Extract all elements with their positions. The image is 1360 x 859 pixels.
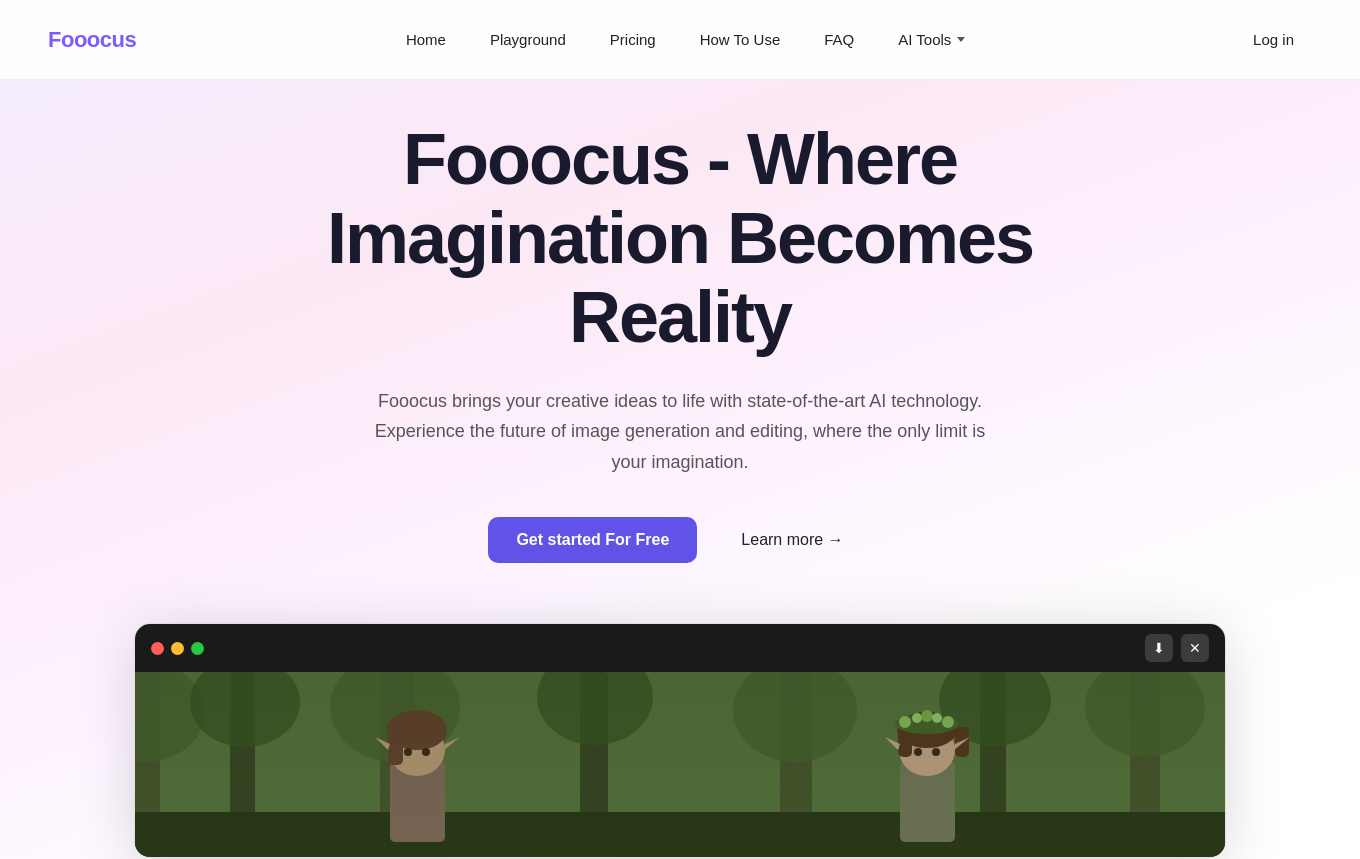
login-link[interactable]: Log in bbox=[1235, 23, 1312, 56]
learn-more-button[interactable]: Learn more → bbox=[713, 517, 871, 563]
hero-subtitle: Fooocus brings your creative ideas to li… bbox=[370, 386, 990, 478]
get-started-button[interactable]: Get started For Free bbox=[488, 517, 697, 563]
demo-image-overlay bbox=[135, 672, 1225, 857]
download-button[interactable]: ⬇ bbox=[1145, 634, 1173, 662]
hero-title: Fooocus - Where Imagination Becomes Real… bbox=[324, 120, 1036, 358]
demo-titlebar: ⬇ ✕ bbox=[135, 624, 1225, 672]
close-button[interactable]: ✕ bbox=[1181, 634, 1209, 662]
nav-item-home[interactable]: Home bbox=[388, 23, 464, 56]
demo-wrapper: ⬇ ✕ bbox=[70, 623, 1290, 858]
hero-buttons: Get started For Free Learn more → bbox=[324, 517, 1036, 563]
nav-item-playground[interactable]: Playground bbox=[472, 23, 584, 56]
demo-image-area bbox=[135, 672, 1225, 857]
titlebar-actions: ⬇ ✕ bbox=[1145, 634, 1209, 662]
chevron-down-icon bbox=[957, 37, 965, 42]
brand-logo[interactable]: Fooocus bbox=[48, 27, 136, 53]
navbar: Fooocus Home Playground Pricing How To U… bbox=[0, 0, 1360, 80]
hero-section: Fooocus - Where Imagination Becomes Real… bbox=[0, 0, 1360, 859]
minimize-dot[interactable] bbox=[171, 642, 184, 655]
nav-item-pricing[interactable]: Pricing bbox=[592, 23, 674, 56]
nav-item-faq[interactable]: FAQ bbox=[806, 23, 872, 56]
nav-item-how-to-use[interactable]: How To Use bbox=[682, 23, 799, 56]
nav-links: Home Playground Pricing How To Use FAQ A… bbox=[388, 23, 983, 56]
hero-content: Fooocus - Where Imagination Becomes Real… bbox=[300, 120, 1060, 623]
nav-item-ai-tools[interactable]: AI Tools bbox=[880, 23, 983, 56]
demo-window: ⬇ ✕ bbox=[134, 623, 1226, 858]
maximize-dot[interactable] bbox=[191, 642, 204, 655]
window-controls bbox=[151, 642, 204, 655]
close-dot[interactable] bbox=[151, 642, 164, 655]
